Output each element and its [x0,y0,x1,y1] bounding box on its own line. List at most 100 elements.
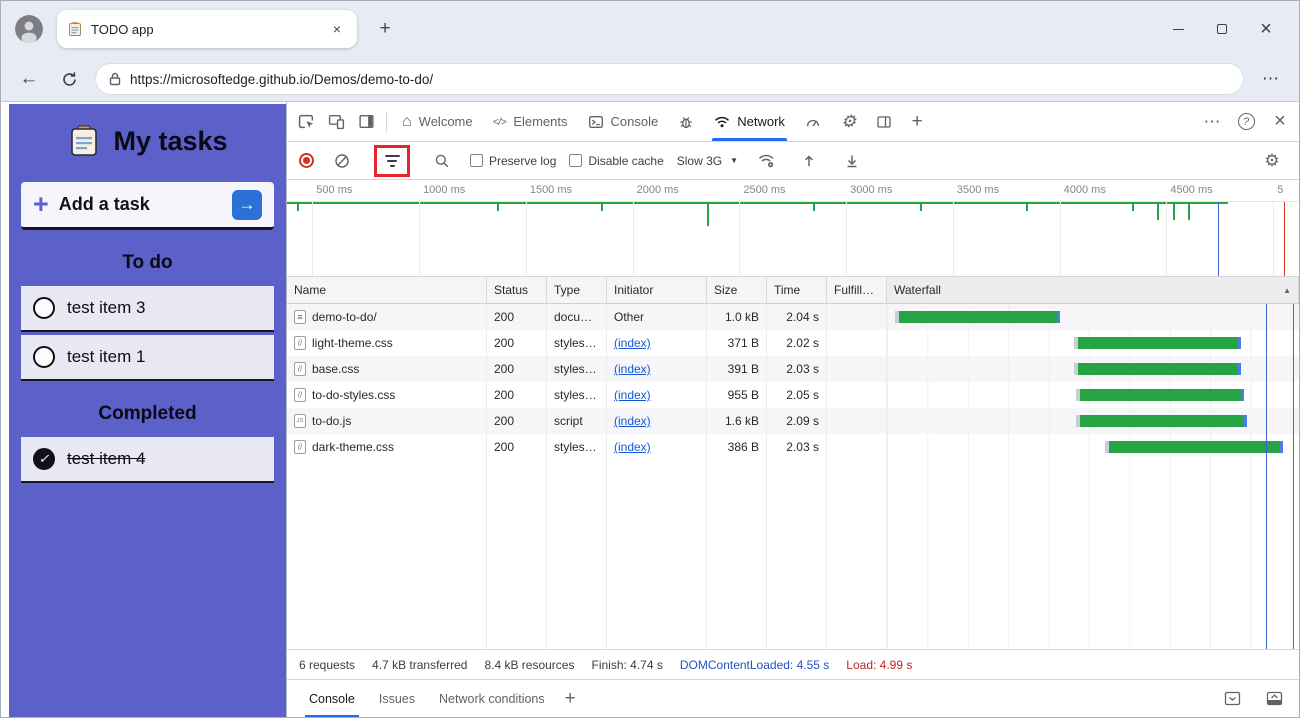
waterfall-bar [895,311,1060,323]
network-conditions-button[interactable] [751,146,781,176]
column-header-name[interactable]: Name [287,277,487,304]
window-maximize-button[interactable] [1203,14,1241,44]
tab-elements[interactable]: Elements [483,102,578,141]
drawer-console-label: Console [309,692,355,706]
refresh-button[interactable] [55,65,83,93]
load-marker-line [1293,460,1294,649]
network-settings-gear-icon[interactable] [1257,146,1287,176]
task-item-completed[interactable]: test item 4 [21,437,274,483]
profile-avatar[interactable] [15,15,43,43]
network-summary-bar: 6 requests 4.7 kB transferred 8.4 kB res… [287,649,1299,679]
tab-layout[interactable] [866,102,902,141]
network-overview[interactable]: 500 ms1000 ms1500 ms2000 ms2500 ms3000 m… [287,180,1299,277]
name-cell: light-theme.css [287,330,487,356]
browser-menu-button[interactable] [1256,69,1285,89]
task-item[interactable]: test item 3 [21,286,274,332]
devtools-menu-button[interactable] [1197,107,1227,137]
drawer-tab-issues[interactable]: Issues [367,680,427,717]
tab-debugger[interactable] [668,102,704,141]
dock-bottom-icon [1224,691,1241,706]
record-network-log-button[interactable] [299,153,314,168]
tab-console[interactable]: Console [578,102,669,141]
task-checkbox[interactable] [33,346,55,368]
device-toolbar-button[interactable] [321,107,351,137]
network-request-table: Name Status Type Initiator Size Time Ful… [287,277,1299,649]
timeline-label: 2000 ms [633,184,679,196]
column-header-status[interactable]: Status [487,277,547,304]
status-cell: 200 [487,330,547,356]
tab-settings[interactable] [831,102,866,141]
initiator-link[interactable]: (index) [614,362,651,376]
type-cell: docu… [547,304,607,330]
column-header-type[interactable]: Type [547,277,607,304]
drawer-expand-button[interactable] [1259,684,1289,714]
table-row[interactable]: dark-theme.css 200 styles… (index) 386 B… [287,434,1299,460]
new-tab-button[interactable] [371,15,399,43]
devtools-help-button[interactable] [1231,107,1261,137]
browser-tab[interactable]: TODO app [57,10,357,48]
drawer-tab-network-conditions[interactable]: Network conditions [427,680,557,717]
preserve-log-checkbox[interactable]: Preserve log [470,154,556,168]
split-panel-icon [358,113,375,130]
submit-task-button[interactable] [232,190,262,220]
column-header-fulfilled[interactable]: Fulfill… [827,277,887,304]
panel-toggle-button[interactable] [351,107,381,137]
search-network-button[interactable] [427,146,457,176]
time-cell: 2.09 s [767,408,827,434]
task-item[interactable]: test item 1 [21,335,274,381]
record-icon [303,157,310,164]
window-minimize-button[interactable] [1159,14,1197,44]
initiator-link[interactable]: (index) [614,414,651,428]
tab-network[interactable]: Network [704,102,795,141]
drawer-dock-button[interactable] [1217,684,1247,714]
waterfall-cell [887,408,1299,434]
drawer-add-tab-button[interactable] [557,688,584,710]
overview-request-tick [497,204,499,211]
tab-close-icon[interactable] [327,19,347,39]
network-throttling-select[interactable]: Slow 3G [677,154,738,168]
size-cell: 371 B [707,330,767,356]
table-row[interactable]: light-theme.css 200 styles… (index) 371 … [287,330,1299,356]
filter-button[interactable] [377,148,407,174]
tab-performance[interactable] [795,102,831,141]
checkbox-unchecked[interactable] [470,154,483,167]
column-header-time[interactable]: Time [767,277,827,304]
add-devtools-tab-button[interactable] [902,107,932,137]
size-cell: 955 B [707,382,767,408]
window-close-button[interactable] [1247,14,1285,44]
sort-ascending-icon [1283,286,1291,295]
inspect-element-button[interactable] [291,107,321,137]
import-har-button[interactable] [794,146,824,176]
timeline-label: 5 [1273,184,1283,196]
initiator-link[interactable]: (index) [614,336,651,350]
preserve-log-label: Preserve log [489,154,556,168]
task-checkbox[interactable] [33,297,55,319]
initiator-link[interactable]: (index) [614,388,651,402]
devtools-close-button[interactable] [1265,107,1295,137]
table-row[interactable]: base.css 200 styles… (index) 391 B 2.03 … [287,356,1299,382]
empty-cell [547,460,607,649]
empty-cell [707,460,767,649]
add-task-button[interactable]: Add a task [21,182,274,230]
table-row[interactable]: to-do.js 200 script (index) 1.6 kB 2.09 … [287,408,1299,434]
task-checkbox-checked[interactable] [33,448,55,470]
initiator-value[interactable]: Other [614,310,644,324]
initiator-link[interactable]: (index) [614,440,651,454]
disable-cache-checkbox[interactable]: Disable cache [569,154,663,168]
column-header-size[interactable]: Size [707,277,767,304]
fulfilled-cell [827,434,887,460]
checkbox-unchecked[interactable] [569,154,582,167]
url-bar[interactable]: https://microsoftedge.github.io/Demos/de… [95,63,1244,95]
clear-icon [334,153,350,169]
dcl-marker-line [1266,408,1267,434]
table-row[interactable]: demo-to-do/ 200 docu… Other 1.0 kB 2.04 … [287,304,1299,330]
column-header-waterfall[interactable]: Waterfall [887,277,1299,304]
table-row[interactable]: to-do-styles.css 200 styles… (index) 955… [287,382,1299,408]
back-button[interactable]: ← [15,65,43,93]
export-har-button[interactable] [837,146,867,176]
clear-network-log-button[interactable] [327,146,357,176]
column-header-initiator[interactable]: Initiator [607,277,707,304]
arrow-up-icon [801,153,817,169]
tab-welcome[interactable]: Welcome [392,102,483,141]
drawer-tab-console[interactable]: Console [297,680,367,717]
